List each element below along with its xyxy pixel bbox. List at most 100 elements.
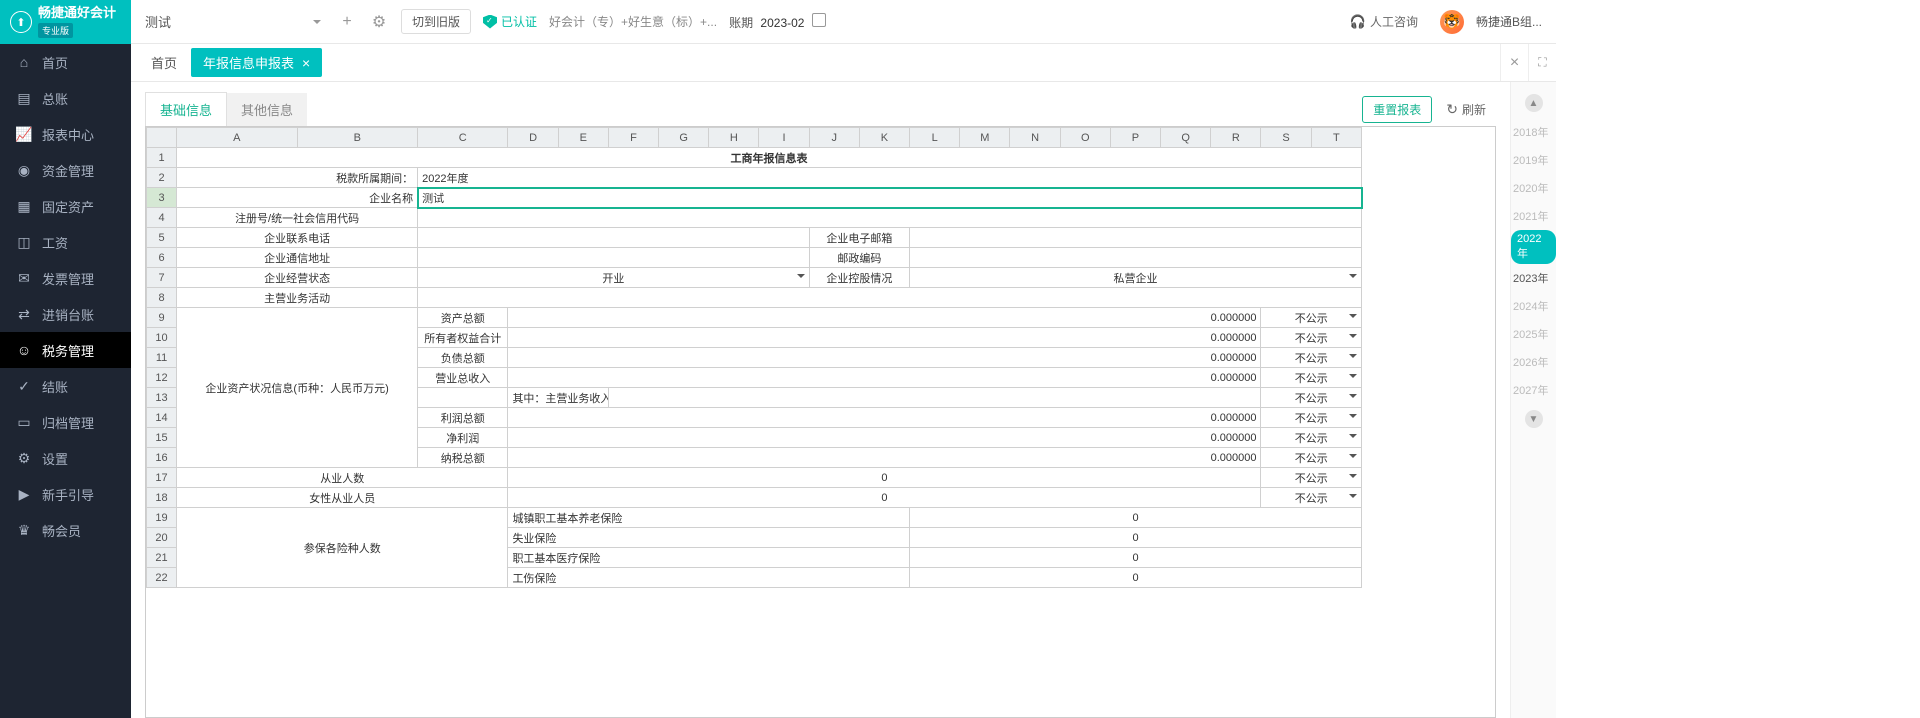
- col-header-I[interactable]: I: [759, 128, 809, 148]
- sidebar-item-0[interactable]: ⌂首页: [0, 44, 131, 80]
- headcount-label[interactable]: 从业人数: [177, 468, 508, 488]
- insurance-unemployment-label[interactable]: 失业保险: [508, 528, 910, 548]
- metric-net_profit[interactable]: 净利润: [418, 428, 508, 448]
- sidebar-item-6[interactable]: ✉发票管理: [0, 260, 131, 296]
- col-header-B[interactable]: B: [297, 128, 417, 148]
- metric-total_revenue[interactable]: 营业总收入: [418, 368, 508, 388]
- sidebar-item-1[interactable]: ▤总账: [0, 80, 131, 116]
- reset-report-button[interactable]: 重置报表: [1362, 96, 1432, 123]
- col-header-J[interactable]: J: [809, 128, 859, 148]
- metric-net_profit-value[interactable]: 0.000000: [508, 428, 1261, 448]
- corner-cell[interactable]: [147, 128, 177, 148]
- col-header-Q[interactable]: Q: [1161, 128, 1211, 148]
- metric-owner_equity-value[interactable]: 0.000000: [508, 328, 1261, 348]
- col-header-F[interactable]: F: [608, 128, 658, 148]
- insurance-unemployment-value[interactable]: 0: [910, 528, 1362, 548]
- insurance-pension-label[interactable]: 城镇职工基本养老保险: [508, 508, 910, 528]
- year-2018年[interactable]: 2018年: [1511, 118, 1556, 146]
- holding-label[interactable]: 企业控股情况: [809, 268, 909, 288]
- support-link[interactable]: 人工咨询: [1350, 13, 1418, 30]
- metric-total_revenue-value[interactable]: 0.000000: [508, 368, 1261, 388]
- op-status-label[interactable]: 企业经营状态: [177, 268, 418, 288]
- blank[interactable]: [418, 388, 508, 408]
- metric-main_revenue_prefix-value[interactable]: [608, 388, 1261, 408]
- reg-no-input[interactable]: [418, 208, 1362, 228]
- metric-total_tax[interactable]: 纳税总额: [418, 448, 508, 468]
- email-label[interactable]: 企业电子邮箱: [809, 228, 909, 248]
- metric-main_revenue_prefix-disclosure[interactable]: 不公示: [1261, 388, 1362, 408]
- company-select[interactable]: 测试: [145, 9, 325, 35]
- metric-owner_equity[interactable]: 所有者权益合计: [418, 328, 508, 348]
- year-2025年[interactable]: 2025年: [1511, 320, 1556, 348]
- tax-period-label[interactable]: 税款所属期间：: [177, 168, 418, 188]
- row-header-21[interactable]: 21: [147, 548, 177, 568]
- year-2021年[interactable]: 2021年: [1511, 202, 1556, 230]
- col-header-E[interactable]: E: [558, 128, 608, 148]
- insurance-injury-value[interactable]: 0: [910, 568, 1362, 588]
- metric-total_profit-value[interactable]: 0.000000: [508, 408, 1261, 428]
- col-header-T[interactable]: T: [1311, 128, 1361, 148]
- spreadsheet[interactable]: ABCDEFGHIJKLMNOPQRST 1工商年报信息表2税款所属期间：202…: [145, 126, 1496, 718]
- row-header-7[interactable]: 7: [147, 268, 177, 288]
- refresh-button[interactable]: 刷新: [1446, 101, 1486, 118]
- settings-gear-icon[interactable]: ⚙: [369, 12, 389, 32]
- row-header-12[interactable]: 12: [147, 368, 177, 388]
- female-label[interactable]: 女性从业人员: [177, 488, 508, 508]
- sidebar-item-2[interactable]: 📈报表中心: [0, 116, 131, 152]
- row-header-3[interactable]: 3: [147, 188, 177, 208]
- insurance-medical-label[interactable]: 职工基本医疗保险: [508, 548, 910, 568]
- sidebar-item-4[interactable]: ▦固定资产: [0, 188, 131, 224]
- insurance-medical-value[interactable]: 0: [910, 548, 1362, 568]
- main-biz-label[interactable]: 主营业务活动: [177, 288, 418, 308]
- row-header-11[interactable]: 11: [147, 348, 177, 368]
- year-2027年[interactable]: 2027年: [1511, 376, 1556, 404]
- asset-group-label[interactable]: 企业资产状况信息(币种：人民币万元): [177, 308, 418, 468]
- metric-total_revenue-disclosure[interactable]: 不公示: [1261, 368, 1362, 388]
- reg-no-label[interactable]: 注册号/统一社会信用代码: [177, 208, 418, 228]
- close-icon[interactable]: ×: [302, 55, 310, 71]
- year-2019年[interactable]: 2019年: [1511, 146, 1556, 174]
- switch-old-version-button[interactable]: 切到旧版: [401, 9, 471, 34]
- expand-icon[interactable]: ⛶: [1528, 44, 1556, 81]
- metric-owner_equity-disclosure[interactable]: 不公示: [1261, 328, 1362, 348]
- year-2020年[interactable]: 2020年: [1511, 174, 1556, 202]
- add-company-icon[interactable]: +: [337, 12, 357, 32]
- col-header-N[interactable]: N: [1010, 128, 1060, 148]
- col-header-D[interactable]: D: [508, 128, 558, 148]
- metric-total_liab-value[interactable]: 0.000000: [508, 348, 1261, 368]
- sidebar-item-11[interactable]: ⚙设置: [0, 440, 131, 476]
- subtab-basic[interactable]: 基础信息: [145, 92, 227, 126]
- row-header-5[interactable]: 5: [147, 228, 177, 248]
- row-header-9[interactable]: 9: [147, 308, 177, 328]
- main-biz-input[interactable]: [418, 288, 1362, 308]
- company-name-input[interactable]: 测试: [418, 188, 1362, 208]
- row-header-18[interactable]: 18: [147, 488, 177, 508]
- col-header-K[interactable]: K: [859, 128, 909, 148]
- sidebar-item-10[interactable]: ▭归档管理: [0, 404, 131, 440]
- col-header-C[interactable]: C: [418, 128, 508, 148]
- col-header-R[interactable]: R: [1211, 128, 1261, 148]
- brand-logo[interactable]: ⬆ 畅捷通好会计 专业版: [0, 0, 131, 44]
- user-avatar[interactable]: 🐯: [1440, 10, 1464, 34]
- period-block[interactable]: 账期 2023-02: [729, 13, 826, 31]
- insurance-pension-value[interactable]: 0: [910, 508, 1362, 528]
- metric-total_profit[interactable]: 利润总额: [418, 408, 508, 428]
- col-header-M[interactable]: M: [960, 128, 1010, 148]
- row-header-10[interactable]: 10: [147, 328, 177, 348]
- year-up-icon[interactable]: ▲: [1525, 94, 1543, 112]
- sidebar-item-3[interactable]: ◉资金管理: [0, 152, 131, 188]
- metric-main_revenue_prefix[interactable]: 其中：主营业务收入: [508, 388, 608, 408]
- headcount-disclosure[interactable]: 不公示: [1261, 468, 1362, 488]
- column-headers[interactable]: ABCDEFGHIJKLMNOPQRST: [147, 128, 1362, 148]
- metric-total_tax-value[interactable]: 0.000000: [508, 448, 1261, 468]
- tab-annual-report[interactable]: 年报信息申报表 ×: [191, 48, 322, 77]
- sidebar-item-12[interactable]: ▶新手引导: [0, 476, 131, 512]
- postal-label[interactable]: 邮政编码: [809, 248, 909, 268]
- metric-total_tax-disclosure[interactable]: 不公示: [1261, 448, 1362, 468]
- metric-total_liab[interactable]: 负债总额: [418, 348, 508, 368]
- year-down-icon[interactable]: ▼: [1525, 410, 1543, 428]
- col-header-G[interactable]: G: [659, 128, 709, 148]
- subtab-other[interactable]: 其他信息: [227, 93, 307, 126]
- row-header-14[interactable]: 14: [147, 408, 177, 428]
- female-value[interactable]: 0: [508, 488, 1261, 508]
